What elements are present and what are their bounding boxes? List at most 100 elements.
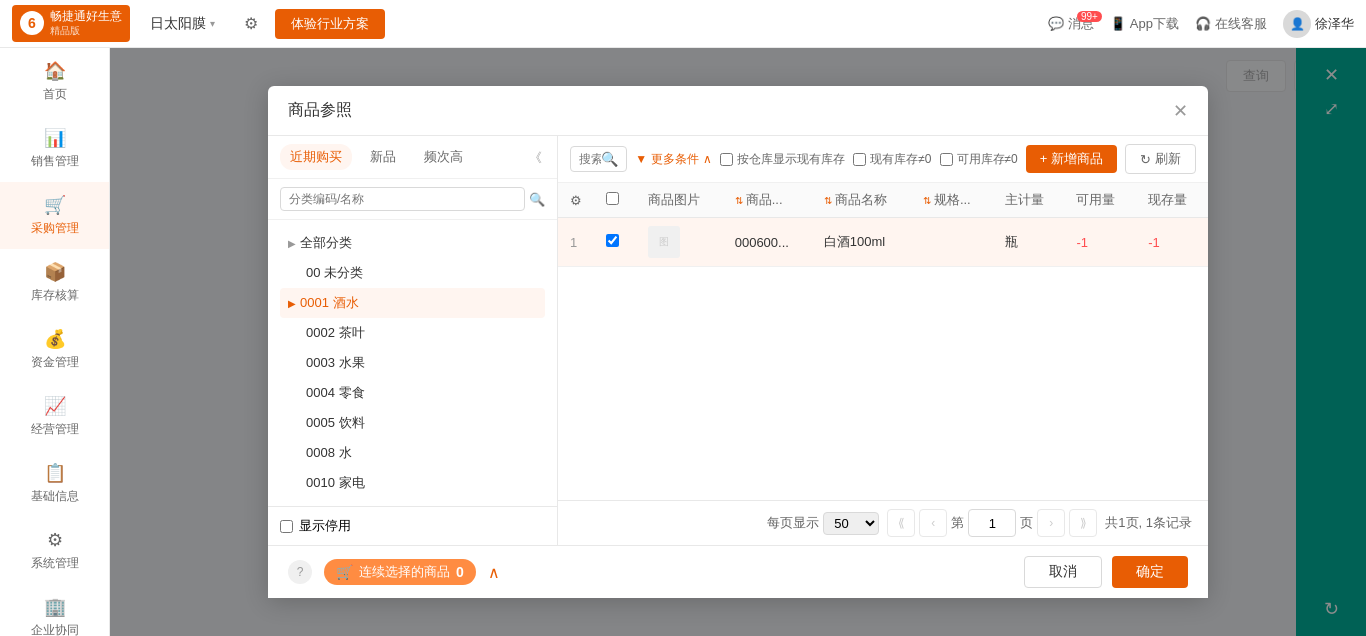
refresh-label: 刷新 [1155, 150, 1181, 168]
table-code-header[interactable]: ⇅ 商品... [723, 183, 812, 218]
nav-right: 💬 消息 99+ 📱 App下载 🎧 在线客服 👤 徐泽华 [1048, 10, 1354, 38]
tree-arrow-liquor: ▶ [288, 298, 296, 309]
tree-item-fruit[interactable]: 0003 水果 [280, 348, 545, 378]
page-label: 第 [951, 514, 964, 532]
tree-item-drinks[interactable]: 0005 饮料 [280, 408, 545, 438]
spec-col-label: 规格... [934, 191, 971, 209]
row-code: 000600... [723, 218, 812, 267]
sidebar-label-system: 系统管理 [31, 555, 79, 572]
row-num: 1 [558, 218, 594, 267]
table-settings-icon[interactable]: ⚙ [570, 193, 582, 208]
tree-item-appliances[interactable]: 0010 家电 [280, 468, 545, 498]
user-nav[interactable]: 👤 徐泽华 [1283, 10, 1354, 38]
tab-recent-purchase[interactable]: 近期购买 [280, 144, 352, 170]
nav-selector[interactable]: 日太阳膜 ▾ [138, 0, 227, 48]
row-name: 白酒100ml [812, 218, 911, 267]
product-search-row: 🔍 [570, 146, 627, 172]
stock-col-label: 现存量 [1148, 192, 1187, 207]
sidebar-item-purchase[interactable]: 🛒 采购管理 [0, 182, 109, 249]
page-next-button[interactable]: › [1037, 509, 1065, 537]
sidebar-item-management[interactable]: 📈 经营管理 [0, 383, 109, 450]
table-spec-header[interactable]: ⇅ 规格... [911, 183, 993, 218]
modal-right-panel: 🔍 ▼ 更多条件 ∧ 按仓库显示现有库存 [558, 136, 1208, 545]
sidebar-item-system[interactable]: ⚙ 系统管理 [0, 517, 109, 584]
sidebar-item-finance[interactable]: 💰 资金管理 [0, 316, 109, 383]
page-size-select: 每页显示 50 10 20 100 [767, 512, 879, 535]
tree-label-uncategorized: 00 未分类 [306, 264, 363, 282]
table-header-row: ⚙ 商品图片 [558, 183, 1208, 218]
page-nav: ⟪ ‹ 第 页 › ⟫ [887, 509, 1097, 537]
category-search-icon[interactable]: 🔍 [529, 192, 545, 207]
message-nav[interactable]: 💬 消息 99+ [1048, 15, 1094, 33]
logo-area[interactable]: 6 畅捷通好生意 精品版 [12, 5, 130, 41]
sort-icon-spec: ⇅ [923, 195, 931, 206]
tree-item-liquor[interactable]: ▶ 0001 酒水 [280, 288, 545, 318]
refresh-button[interactable]: ↻ 刷新 [1125, 144, 1196, 174]
page-size-label: 每页显示 [767, 514, 819, 532]
settings-icon[interactable]: ⚙ [235, 8, 267, 40]
tree-label-appliances: 0010 家电 [306, 474, 365, 492]
product-table-wrap: ⚙ 商品图片 [558, 183, 1208, 500]
sales-icon: 📊 [44, 127, 66, 149]
category-search-input[interactable] [280, 187, 525, 211]
cancel-button[interactable]: 取消 [1024, 556, 1102, 588]
confirm-button[interactable]: 确定 [1112, 556, 1188, 588]
page-last-button[interactable]: ⟫ [1069, 509, 1097, 537]
show-disabled-checkbox[interactable] [280, 520, 293, 533]
tree-arrow-all: ▶ [288, 238, 296, 249]
sort-icon-name: ⇅ [824, 195, 832, 206]
add-product-button[interactable]: + 新增商品 [1026, 145, 1117, 173]
warehouse-filter-checkbox[interactable] [720, 153, 733, 166]
tab-new-products[interactable]: 新品 [360, 144, 406, 170]
finance-icon: 💰 [44, 328, 66, 350]
product-search-input[interactable] [579, 152, 601, 166]
cart-count: 0 [456, 564, 464, 580]
modal-close-button[interactable]: ✕ [1173, 102, 1188, 120]
purchase-icon: 🛒 [44, 194, 66, 216]
filter-icon: ▼ [635, 152, 647, 166]
home-icon: 🏠 [44, 60, 66, 82]
product-search-icon[interactable]: 🔍 [601, 151, 618, 167]
management-icon: 📈 [44, 395, 66, 417]
tree-label-liquor: 0001 酒水 [300, 294, 359, 312]
usable-ne0-checkbox[interactable] [940, 153, 953, 166]
tree-item-uncategorized[interactable]: 00 未分类 [280, 258, 545, 288]
app-download-nav[interactable]: 📱 App下载 [1110, 15, 1179, 33]
sidebar-item-basics[interactable]: 📋 基础信息 [0, 450, 109, 517]
table-name-header[interactable]: ⇅ 商品名称 [812, 183, 911, 218]
page-size-dropdown[interactable]: 50 10 20 100 [823, 512, 879, 535]
sidebar-item-inventory[interactable]: 📦 库存核算 [0, 249, 109, 316]
collapse-cart-icon[interactable]: ∧ [488, 563, 500, 582]
trial-button[interactable]: 体验行业方案 [275, 9, 385, 39]
sidebar-label-inventory: 库存核算 [31, 287, 79, 304]
modal-bottom-left: ? 🛒 连续选择的商品 0 ∧ [288, 559, 500, 585]
sidebar-label-management: 经营管理 [31, 421, 79, 438]
page-first-button[interactable]: ⟪ [887, 509, 915, 537]
page-number-input[interactable] [968, 509, 1016, 537]
select-all-checkbox[interactable] [606, 192, 619, 205]
collapse-left-icon[interactable]: 《 [521, 144, 549, 172]
sidebar-item-sales[interactable]: 📊 销售管理 [0, 115, 109, 182]
row-checkbox[interactable] [594, 218, 636, 267]
help-icon[interactable]: ? [288, 560, 312, 584]
cart-label: 连续选择的商品 [359, 563, 450, 581]
sidebar-item-enterprise[interactable]: 🏢 企业协同 [0, 584, 109, 636]
row-image: 图 [636, 218, 723, 267]
headset-icon: 🎧 [1195, 16, 1211, 31]
tree-item-tea[interactable]: 0002 茶叶 [280, 318, 545, 348]
tab-frequent[interactable]: 频次高 [414, 144, 473, 170]
cart-area[interactable]: 🛒 连续选择的商品 0 [324, 559, 476, 585]
tree-item-all[interactable]: ▶ 全部分类 [280, 228, 545, 258]
row-spec [911, 218, 993, 267]
tree-item-water[interactable]: 0008 水 [280, 438, 545, 468]
filter-label: 更多条件 [651, 151, 699, 168]
online-service-nav[interactable]: 🎧 在线客服 [1195, 15, 1267, 33]
cart-icon: 🛒 [336, 564, 353, 580]
sidebar-item-home[interactable]: 🏠 首页 [0, 48, 109, 115]
service-label: 在线客服 [1215, 15, 1267, 33]
tree-item-snacks[interactable]: 0004 零食 [280, 378, 545, 408]
table-row[interactable]: 1 图 000600... 白酒100ml 瓶 [558, 218, 1208, 267]
more-filter-button[interactable]: ▼ 更多条件 ∧ [635, 151, 712, 168]
stock-ne0-checkbox[interactable] [853, 153, 866, 166]
page-prev-button[interactable]: ‹ [919, 509, 947, 537]
